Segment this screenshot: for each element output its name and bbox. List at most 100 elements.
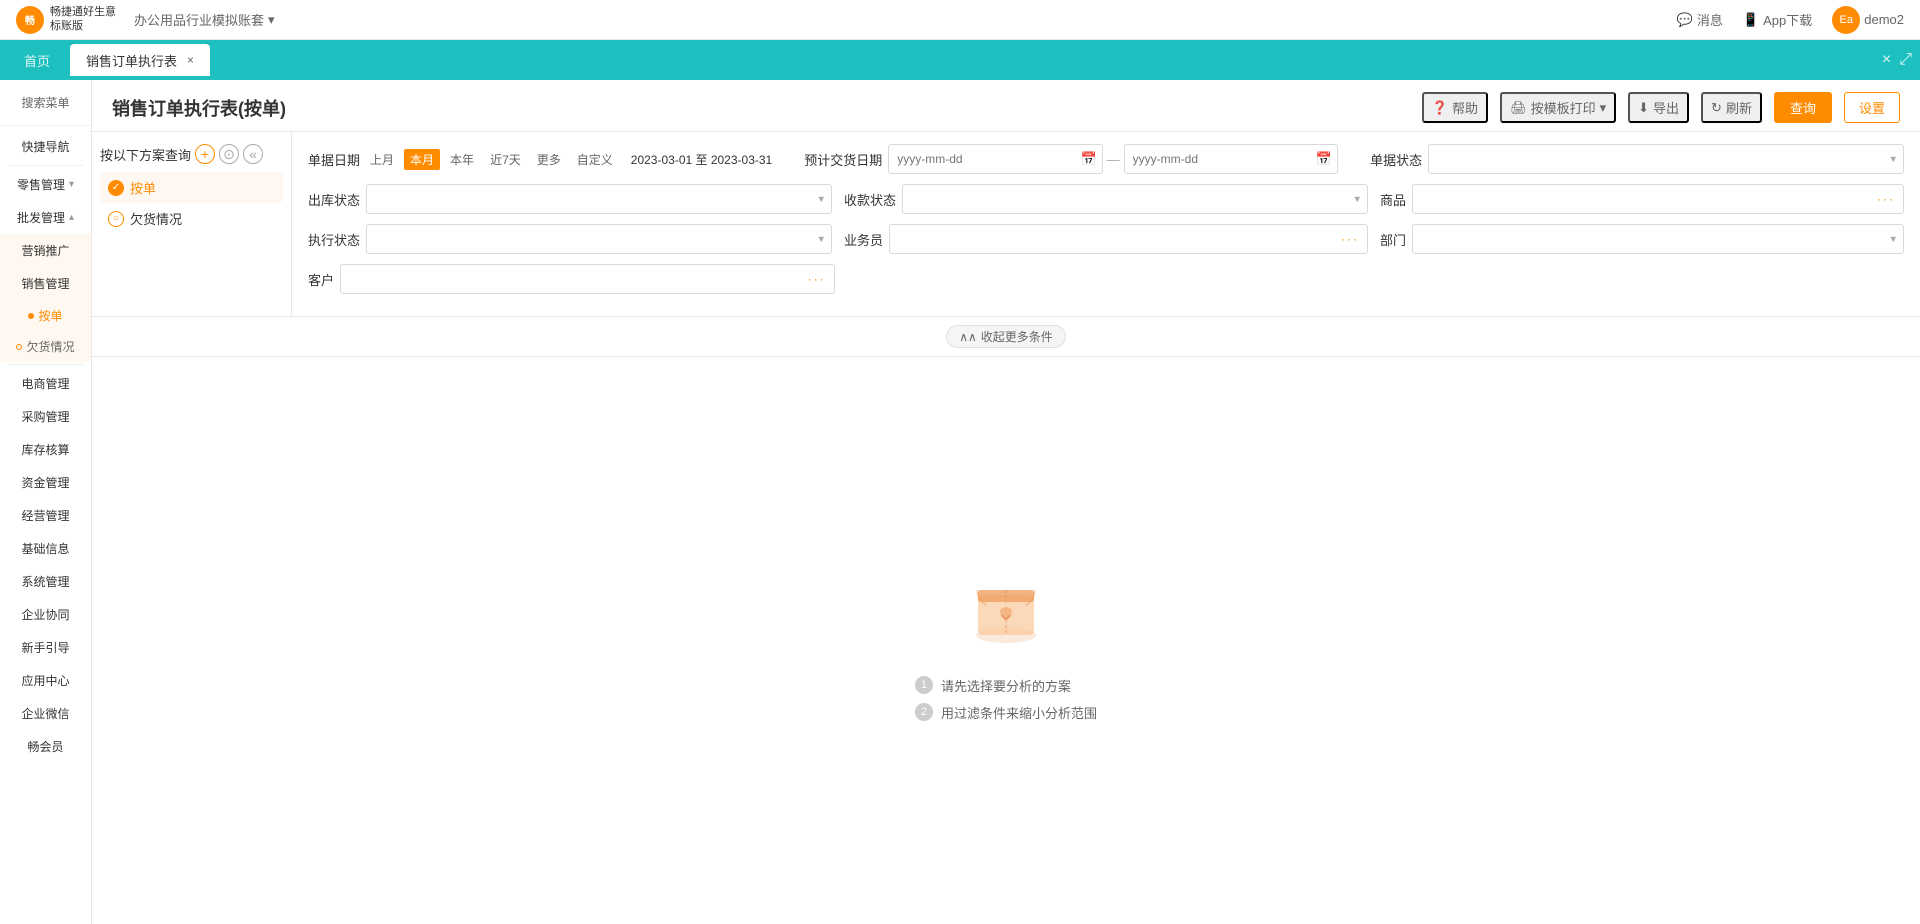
sidebar-item-purchase[interactable]: 采购管理: [0, 400, 91, 433]
sidebar-item-marketing[interactable]: 营销推广: [0, 234, 91, 267]
expected-date-start-wrap: 📅: [888, 144, 1102, 174]
expected-date-end[interactable]: [1124, 144, 1338, 174]
sidebar-item-app-center[interactable]: 应用中心: [0, 664, 91, 697]
sidebar-item-basics[interactable]: 基础信息: [0, 532, 91, 565]
app-download-button[interactable]: 📱 App下载: [1743, 10, 1812, 29]
order-status-label: 单据状态: [1370, 150, 1422, 169]
sidebar-item-retail[interactable]: 零售管理 ▾: [0, 168, 91, 201]
plan-item-shortage[interactable]: ○ 欠货情况: [100, 203, 283, 234]
export-button[interactable]: ⬇ 导出: [1628, 92, 1689, 123]
filter-left: 按以下方案查询 + ⊙ « ✓ 按单 ○ 欠货情况: [92, 132, 292, 316]
filter-group-payment: 收款状态: [844, 184, 1368, 214]
collapse-bar: ∧∧ 收起更多条件: [92, 317, 1920, 357]
chevron-icon: ▴: [69, 212, 74, 223]
plan-item-by-order[interactable]: ✓ 按单: [100, 172, 283, 203]
user-menu[interactable]: Ea demo2: [1832, 6, 1904, 34]
tab-sales-order[interactable]: 销售订单执行表 ×: [70, 44, 210, 76]
query-button[interactable]: 查询: [1774, 92, 1832, 123]
calendar-start-icon: 📅: [1080, 151, 1096, 167]
empty-tip-1: 1 请先选择要分析的方案: [915, 676, 1097, 695]
logo-icon: 畅: [16, 6, 44, 34]
export-icon: ⬇: [1638, 100, 1649, 116]
page-title: 销售订单执行表(按单): [112, 95, 286, 121]
tab-bar: 首页 销售订单执行表 × × ⤢: [0, 40, 1920, 80]
filter-right: 单据日期 上月 本月 本年 近7天 更多 自定义 2023-03-01 至 20…: [292, 132, 1920, 316]
sidebar-sub-item-by-order[interactable]: 按单: [0, 300, 91, 331]
department-select-wrap: [1412, 224, 1904, 254]
refresh-button[interactable]: ↻ 刷新: [1701, 92, 1762, 123]
tab-close-icon[interactable]: ×: [187, 53, 194, 67]
sidebar-item-sales[interactable]: 销售管理: [0, 267, 91, 300]
expected-date-range: 📅 — 📅: [888, 144, 1338, 174]
sidebar-sub-wholesale: 营销推广 销售管理: [0, 234, 91, 300]
chevron-down-icon: ▾: [268, 12, 275, 28]
sidebar-item-quick-nav[interactable]: 快捷导航: [0, 130, 91, 163]
app-icon: 📱: [1743, 12, 1759, 28]
close-window-icon[interactable]: ×: [1882, 51, 1891, 69]
payment-status-select[interactable]: [902, 184, 1368, 214]
refresh-icon: ↻: [1711, 100, 1722, 116]
empty-tip-2: 2 用过滤条件来缩小分析范围: [915, 703, 1097, 722]
sidebar-item-operations[interactable]: 经营管理: [0, 499, 91, 532]
collapse-sidebar-button[interactable]: «: [243, 144, 263, 164]
exec-status-select[interactable]: [366, 224, 832, 254]
plan-active-icon: ✓: [108, 180, 124, 196]
sidebar-item-enterprise[interactable]: 企业协同: [0, 598, 91, 631]
collapse-button[interactable]: ∧∧ 收起更多条件: [946, 325, 1066, 348]
plan-outline-icon: ○: [108, 211, 124, 227]
logo-text: 畅捷通好生意 标账版: [50, 6, 116, 32]
sidebar-item-newbie[interactable]: 新手引导: [0, 631, 91, 664]
sidebar-sub-item-shortage[interactable]: 欠货情况: [0, 331, 91, 362]
avatar: Ea: [1832, 6, 1860, 34]
sidebar-item-inventory[interactable]: 库存核算: [0, 433, 91, 466]
expected-date-start[interactable]: [888, 144, 1102, 174]
settings-button[interactable]: 设置: [1844, 92, 1900, 123]
add-plan-button[interactable]: +: [195, 144, 215, 164]
tip-num-1: 1: [915, 676, 933, 694]
date-this-month[interactable]: 本月: [404, 149, 440, 170]
filter-row-status: 出库状态 收款状态: [308, 184, 1904, 214]
date-last-7-days[interactable]: 近7天: [484, 149, 527, 170]
filter-group-date: 单据日期 上月 本月 本年 近7天 更多 自定义: [308, 149, 619, 170]
payment-status-select-wrap: [902, 184, 1368, 214]
date-last-month[interactable]: 上月: [364, 149, 400, 170]
sidebar-item-wechat[interactable]: 企业微信: [0, 697, 91, 730]
customer-input[interactable]: ···: [340, 264, 835, 294]
exec-status-select-wrap: [366, 224, 832, 254]
tab-home[interactable]: 首页: [8, 44, 66, 76]
maximize-icon[interactable]: ⤢: [1899, 51, 1912, 69]
account-dropdown[interactable]: 办公用品行业模拟账套 ▾: [126, 6, 283, 33]
message-button[interactable]: 💬 消息: [1677, 10, 1723, 29]
department-select[interactable]: [1412, 224, 1904, 254]
delivery-status-select[interactable]: [366, 184, 832, 214]
date-this-year[interactable]: 本年: [444, 149, 480, 170]
date-label: 单据日期: [308, 150, 360, 169]
edit-plan-button[interactable]: ⊙: [219, 144, 239, 164]
message-icon: 💬: [1677, 12, 1693, 28]
sidebar-item-system[interactable]: 系统管理: [0, 565, 91, 598]
goods-label: 商品: [1380, 190, 1406, 209]
print-button[interactable]: 🖨 按模板打印 ▾: [1500, 92, 1616, 123]
filter-group-order-status: 单据状态: [1370, 144, 1904, 174]
print-chevron-icon: ▾: [1600, 100, 1607, 116]
sidebar-item-member[interactable]: 畅会员: [0, 730, 91, 763]
date-custom[interactable]: 自定义: [571, 149, 619, 170]
sidebar-item-wholesale[interactable]: 批发管理 ▴: [0, 201, 91, 234]
empty-state-tips: 1 请先选择要分析的方案 2 用过滤条件来缩小分析范围: [915, 676, 1097, 722]
date-more[interactable]: 更多: [531, 149, 567, 170]
goods-input[interactable]: ···: [1412, 184, 1904, 214]
filter-left-header: 按以下方案查询 + ⊙ «: [100, 144, 283, 164]
search-menu-button[interactable]: 搜索菜单: [8, 88, 83, 117]
print-icon: 🖨: [1510, 100, 1527, 116]
salesperson-label: 业务员: [844, 230, 883, 249]
filter-row-date: 单据日期 上月 本月 本年 近7天 更多 自定义 2023-03-01 至 20…: [308, 144, 1904, 174]
expected-date-label: 预计交货日期: [804, 150, 882, 169]
salesperson-input[interactable]: ···: [889, 224, 1368, 254]
sidebar-item-ecommerce[interactable]: 电商管理: [0, 367, 91, 400]
filter-group-expected-date: 预计交货日期 📅 — 📅: [804, 144, 1338, 174]
inactive-dot: [16, 344, 22, 350]
help-button[interactable]: ❓ 帮助: [1422, 92, 1488, 123]
sidebar-item-finance[interactable]: 资金管理: [0, 466, 91, 499]
top-nav: 畅 畅捷通好生意 标账版 办公用品行业模拟账套 ▾ 💬 消息 📱 App下载 E…: [0, 0, 1920, 40]
order-status-select[interactable]: [1428, 144, 1904, 174]
